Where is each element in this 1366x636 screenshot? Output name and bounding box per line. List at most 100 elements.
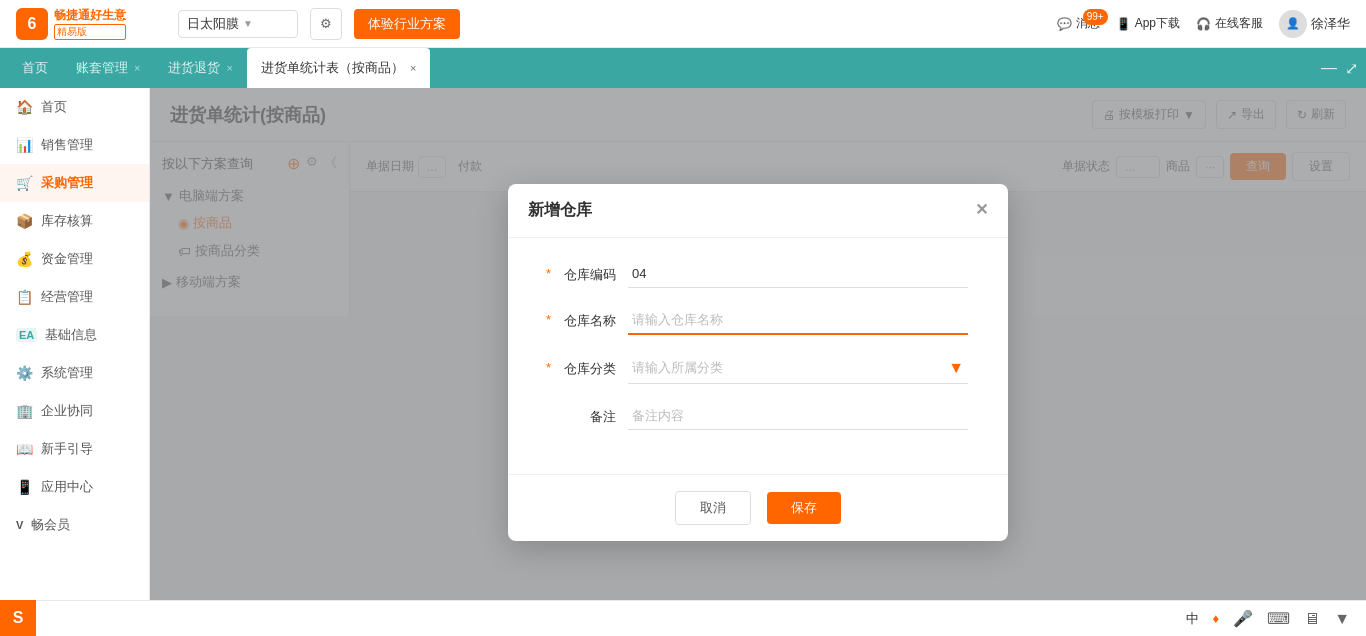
code-label: 仓库编码 xyxy=(548,266,628,284)
cancel-button[interactable]: 取消 xyxy=(675,491,751,525)
tab-minimize-icon[interactable]: — xyxy=(1321,59,1337,77)
finance-icon: 💰 xyxy=(16,251,33,267)
sidebar-sales-label: 销售管理 xyxy=(41,136,93,154)
user-name-label: 徐泽华 xyxy=(1311,15,1350,33)
tab-home[interactable]: 首页 xyxy=(8,48,62,88)
sidebar-item-operation[interactable]: 📋 经营管理 xyxy=(0,278,149,316)
bottom-left-logo: S xyxy=(0,600,36,636)
tab-account[interactable]: 账套管理 × xyxy=(62,48,154,88)
sidebar-inventory-label: 库存核算 xyxy=(41,212,93,230)
logo-text: 畅捷通好生意 精易版 xyxy=(54,7,126,40)
sidebar-item-basic[interactable]: EA 基础信息 xyxy=(0,316,149,354)
sidebar-vip-label: 畅会员 xyxy=(31,516,70,534)
tab-purchase-stats-label: 进货单统计表（按商品） xyxy=(261,59,404,77)
remark-label: 备注 xyxy=(548,408,628,426)
inventory-icon: 📦 xyxy=(16,213,33,229)
sales-icon: 📊 xyxy=(16,137,33,153)
sidebar-system-label: 系统管理 xyxy=(41,364,93,382)
system-icon: ⚙️ xyxy=(16,365,33,381)
sidebar-item-system[interactable]: ⚙️ 系统管理 xyxy=(0,354,149,392)
message-icon: 💬 xyxy=(1057,17,1072,31)
sidebar-enterprise-label: 企业协同 xyxy=(41,402,93,420)
apps-icon: 📱 xyxy=(16,479,33,495)
name-input[interactable] xyxy=(628,308,968,335)
store-name-label: 日太阳膜 xyxy=(187,15,239,33)
sidebar-item-purchase[interactable]: 🛒 采购管理 xyxy=(0,164,149,202)
sidebar-item-enterprise[interactable]: 🏢 企业协同 xyxy=(0,392,149,430)
bottom-s-icon: S xyxy=(0,600,36,636)
tab-account-label: 账套管理 xyxy=(76,59,128,77)
store-selector[interactable]: 日太阳膜 ▼ xyxy=(178,10,298,38)
name-label: 仓库名称 xyxy=(548,312,628,330)
app-download-label: App下载 xyxy=(1135,15,1180,32)
tab-purchase-stats-close[interactable]: × xyxy=(410,62,416,74)
sidebar-item-apps[interactable]: 📱 应用中心 xyxy=(0,468,149,506)
tab-purchase-stats[interactable]: 进货单统计表（按商品） × xyxy=(247,48,430,88)
store-dropdown-arrow: ▼ xyxy=(243,18,253,29)
dialog-header: 新增仓库 ✕ xyxy=(508,184,1008,238)
sidebar-home-label: 首页 xyxy=(41,98,67,116)
bottom-expand-icon[interactable]: ▼ xyxy=(1334,610,1350,628)
new-warehouse-dialog: 新增仓库 ✕ 仓库编码 仓库名称 仓库分类 xyxy=(508,184,1008,541)
form-row-name: 仓库名称 xyxy=(548,308,968,335)
enterprise-icon: 🏢 xyxy=(16,403,33,419)
header-right: 💬 消息 99+ 📱 App下载 🎧 在线客服 👤 徐泽华 xyxy=(1057,10,1350,38)
tab-purchase-return-label: 进货退货 xyxy=(168,59,220,77)
home-icon: 🏠 xyxy=(16,99,33,115)
dialog-body: 仓库编码 仓库名称 仓库分类 请输入所属分类 ▼ xyxy=(508,238,1008,474)
sidebar-item-guide[interactable]: 📖 新手引导 xyxy=(0,430,149,468)
sidebar: 🏠 首页 📊 销售管理 🛒 采购管理 📦 库存核算 💰 资金管理 📋 经营管理 … xyxy=(0,88,150,636)
sidebar-item-inventory[interactable]: 📦 库存核算 xyxy=(0,202,149,240)
content-area: 进货单统计(按商品) 🖨 按模板打印 ▼ ↗ 导出 ↻ 刷新 xyxy=(150,88,1366,636)
modal-overlay: 新增仓库 ✕ 仓库编码 仓库名称 仓库分类 xyxy=(150,88,1366,636)
sidebar-item-home[interactable]: 🏠 首页 xyxy=(0,88,149,126)
bottom-bar: S 中 ♦ 🎤 ⌨ 🖥 ▼ xyxy=(0,600,1366,636)
sidebar-basic-label: 基础信息 xyxy=(45,326,97,344)
sidebar-item-finance[interactable]: 💰 资金管理 xyxy=(0,240,149,278)
trial-button[interactable]: 体验行业方案 xyxy=(354,9,460,39)
tab-home-label: 首页 xyxy=(22,59,48,77)
save-button[interactable]: 保存 xyxy=(767,492,841,524)
operation-icon: 📋 xyxy=(16,289,33,305)
bottom-keyboard-icon[interactable]: ⌨ xyxy=(1267,609,1290,628)
messages-badge: 99+ xyxy=(1083,9,1108,25)
customer-service-button[interactable]: 🎧 在线客服 xyxy=(1196,15,1263,32)
guide-icon: 📖 xyxy=(16,441,33,457)
basic-icon: EA xyxy=(16,328,37,342)
vip-icon: V xyxy=(16,519,23,531)
tab-account-close[interactable]: × xyxy=(134,62,140,74)
main-layout: 🏠 首页 📊 销售管理 🛒 采购管理 📦 库存核算 💰 资金管理 📋 经营管理 … xyxy=(0,88,1366,636)
remark-input[interactable] xyxy=(628,404,968,430)
messages-button[interactable]: 💬 消息 99+ xyxy=(1057,15,1100,32)
bottom-dot-icon[interactable]: ♦ xyxy=(1213,611,1220,626)
sidebar-guide-label: 新手引导 xyxy=(41,440,93,458)
user-menu[interactable]: 👤 徐泽华 xyxy=(1279,10,1350,38)
bottom-chinese-icon[interactable]: 中 xyxy=(1186,610,1199,628)
purchase-icon: 🛒 xyxy=(16,175,33,191)
form-row-category: 仓库分类 请输入所属分类 ▼ xyxy=(548,355,968,384)
category-select[interactable]: 请输入所属分类 ▼ xyxy=(628,355,968,384)
sidebar-finance-label: 资金管理 xyxy=(41,250,93,268)
dialog-close-button[interactable]: ✕ xyxy=(975,202,988,218)
logo-icon: 6 xyxy=(16,8,48,40)
phone-icon: 📱 xyxy=(1116,17,1131,31)
sidebar-apps-label: 应用中心 xyxy=(41,478,93,496)
tab-bar: 首页 账套管理 × 进货退货 × 进货单统计表（按商品） × — ⤢ xyxy=(0,48,1366,88)
bottom-monitor-icon[interactable]: 🖥 xyxy=(1304,610,1320,628)
tab-purchase-return[interactable]: 进货退货 × xyxy=(154,48,246,88)
tab-purchase-return-close[interactable]: × xyxy=(226,62,232,74)
form-row-remark: 备注 xyxy=(548,404,968,430)
tab-bar-right: — ⤢ xyxy=(1321,59,1358,78)
tab-expand-icon[interactable]: ⤢ xyxy=(1345,59,1358,78)
category-placeholder: 请输入所属分类 xyxy=(632,359,723,377)
headset-icon: 🎧 xyxy=(1196,17,1211,31)
settings-gear-button[interactable]: ⚙ xyxy=(310,8,342,40)
sidebar-item-vip[interactable]: V 畅会员 xyxy=(0,506,149,544)
app-download-button[interactable]: 📱 App下载 xyxy=(1116,15,1180,32)
category-label: 仓库分类 xyxy=(548,360,628,378)
logo-area: 6 畅捷通好生意 精易版 xyxy=(16,7,166,40)
bottom-mic-icon[interactable]: 🎤 xyxy=(1233,609,1253,628)
sidebar-item-sales[interactable]: 📊 销售管理 xyxy=(0,126,149,164)
category-dropdown-icon: ▼ xyxy=(948,359,964,377)
code-input[interactable] xyxy=(628,262,968,288)
